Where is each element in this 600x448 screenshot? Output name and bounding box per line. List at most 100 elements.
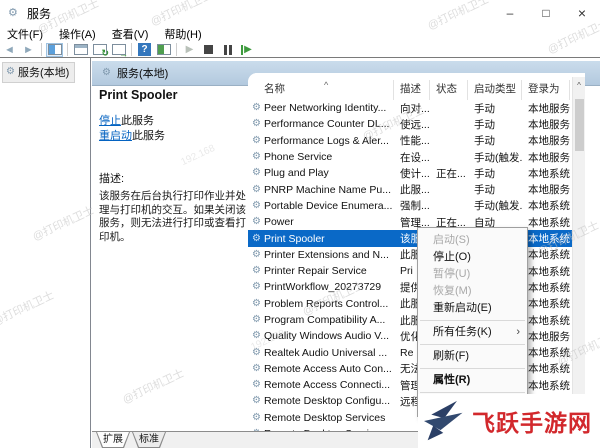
context-menu-item-2: 暂停(U) — [433, 268, 471, 280]
help-icon[interactable]: ? — [136, 43, 153, 57]
column-header-4[interactable]: 登录为 — [522, 80, 570, 100]
toolbar-divider — [131, 43, 132, 56]
cell-status — [430, 116, 468, 132]
service-gear-icon: ⚙ — [252, 167, 261, 179]
bird-logo-icon — [424, 400, 463, 441]
menu-item-0[interactable]: 文件(F) — [0, 26, 52, 42]
window-title: 服务 — [27, 6, 52, 21]
toolbar-divider — [41, 43, 42, 56]
cell-description: 在设... — [400, 151, 430, 164]
restart-service-link[interactable]: 重启动 — [99, 130, 132, 142]
restart-service-icon[interactable]: ▶ — [238, 43, 255, 57]
close-button[interactable]: × — [564, 0, 600, 26]
context-menu-item-6[interactable]: 刷新(F) — [418, 348, 527, 365]
back-icon[interactable]: ◄ — [1, 43, 18, 57]
cell-logon-as: 本地系统 — [528, 379, 570, 392]
service-gear-icon: ⚙ — [252, 411, 261, 423]
cell-name: ⚙ Performance Logs & Aler... — [248, 133, 394, 149]
service-gear-icon: ⚙ — [252, 330, 261, 342]
service-name: Phone Service — [263, 151, 333, 164]
cell-name: ⚙ Realtek Audio Universal ... — [248, 344, 394, 360]
service-name: Performance Logs & Aler... — [263, 134, 389, 147]
start-service-icon[interactable]: ▶ — [181, 43, 198, 57]
maximize-button[interactable]: □ — [528, 0, 564, 26]
cell-name: ⚙ Phone Service — [248, 149, 394, 165]
context-menu-item-4[interactable]: 重新启动(E) — [418, 300, 527, 317]
cell-name: ⚙ Program Compatibility A... — [248, 312, 394, 328]
menu-item-2[interactable]: 查看(V) — [105, 26, 158, 42]
description-label: 描述: — [99, 173, 125, 185]
service-name: Power — [263, 216, 294, 229]
table-row[interactable]: ⚙ PNRP Machine Name Pu... 此服... 手动 本地服务 — [248, 181, 572, 197]
table-row[interactable]: ⚙Portable Device Enumera... 强制... 手动(触发...… — [248, 198, 572, 214]
tree-item-services-local[interactable]: ⚙ 服务(本地) — [2, 62, 76, 83]
cell-status — [430, 100, 468, 116]
table-row[interactable]: ⚙ Performance Logs & Aler... 性能... 手动 本地服务 — [248, 133, 572, 149]
cell-status — [430, 133, 468, 149]
cell-logon-as: 本地服务 — [528, 118, 570, 131]
cell-startup-type: 手动 — [474, 118, 495, 131]
show-action-pane-icon[interactable] — [155, 43, 172, 57]
properties-icon[interactable] — [72, 43, 89, 57]
service-name: Remote Desktop Services — [263, 411, 386, 424]
service-gear-icon: ⚙ — [252, 151, 261, 163]
stop-service-icon[interactable] — [200, 43, 217, 57]
context-menu-item-3: 恢复(M) — [433, 285, 472, 297]
cell-status — [430, 149, 468, 165]
table-row[interactable]: ⚙ Performance Counter DL... 使远... 手动 本地服务 — [248, 116, 572, 132]
cell-name: ⚙ Printer Repair Service — [248, 263, 394, 279]
site-logo: 飞跃手游网 — [418, 394, 600, 448]
service-name: Portable Device Enumera... — [263, 199, 393, 212]
service-name: Remote Access Auto Con... — [263, 362, 392, 375]
pause-service-icon[interactable] — [219, 43, 236, 57]
service-gear-icon: ⚙ — [252, 183, 261, 195]
table-row[interactable]: ⚙ Peer Networking Identity... 向对... 手动 本地服务 — [248, 100, 572, 116]
minimize-button[interactable]: – — [492, 0, 528, 26]
service-gear-icon: ⚙ — [252, 314, 261, 325]
service-description: 该服务在后台执行打印作业并处理与打印机的交互。如果关闭该服务，则无法进行打印或查… — [99, 190, 246, 243]
table-row[interactable]: ⚙ Plug and Play 使计... 正在... 手动 本地系统 — [248, 165, 572, 181]
cell-name: ⚙ Portable Device Enumera... — [248, 198, 394, 214]
tab-standard[interactable]: 标准 — [132, 432, 166, 448]
context-menu-item-5[interactable]: 所有任务(K) › — [418, 324, 527, 341]
column-header-0[interactable]: 名称 — [248, 80, 394, 100]
refresh-icon[interactable]: ↻ — [91, 43, 109, 58]
scrollbar-thumb[interactable] — [575, 99, 584, 151]
stop-service-link[interactable]: 停止 — [99, 115, 121, 127]
export-list-icon[interactable]: → — [110, 43, 128, 59]
menu-separator — [420, 392, 525, 393]
cell-startup-type: 手动 — [474, 102, 495, 115]
vertical-scrollbar[interactable]: ^ — [572, 77, 585, 431]
title-bar: ⚙ 服务 – □ × — [0, 0, 600, 26]
menu-item-3[interactable]: 帮助(H) — [157, 26, 210, 42]
context-menu-item-1[interactable]: 停止(O) — [418, 249, 527, 266]
restart-service-link-line: 重启动此服务 — [99, 130, 165, 142]
context-menu-item-7[interactable]: 属性(R) — [418, 372, 527, 389]
cell-description: 性能... — [400, 135, 430, 148]
service-name: Problem Reports Control... — [263, 297, 389, 310]
column-header-1[interactable]: 描述 — [394, 80, 430, 100]
cell-name: ⚙ Plug and Play — [248, 165, 394, 181]
service-gear-icon: ⚙ — [252, 362, 261, 374]
cell-logon-as: 本地服务 — [528, 135, 570, 148]
column-header-2[interactable]: 状态 — [430, 80, 468, 100]
show-console-tree-icon[interactable] — [46, 42, 63, 57]
cell-description: 强制... — [400, 200, 430, 213]
cell-description: 使计... — [400, 167, 430, 180]
tab-extended[interactable]: 扩展 — [96, 432, 130, 448]
service-name: Printer Repair Service — [263, 265, 367, 278]
table-row[interactable]: ⚙Phone Service 在设... 手动(触发... 本地服务 — [248, 149, 572, 165]
service-gear-icon: ⚙ — [252, 216, 261, 228]
menu-item-1[interactable]: 操作(A) — [52, 26, 105, 42]
forward-icon[interactable]: ► — [20, 43, 37, 57]
services-window: ⚙ 服务 – □ × 文件(F) 操作(A) 查看(V) 帮助(H) ◄ ► ↻ → … — [0, 0, 600, 448]
scroll-up-icon[interactable]: ^ — [573, 77, 585, 90]
cell-status — [430, 181, 468, 197]
column-header-3[interactable]: 启动类型 — [468, 80, 522, 100]
menu-bar: 文件(F) 操作(A) 查看(V) 帮助(H) — [0, 26, 600, 42]
cell-logon-as: 本地服务 — [528, 330, 570, 343]
cell-startup-type: 手动 — [474, 184, 495, 197]
context-menu-item-0: 启动(S) — [433, 234, 470, 246]
cell-name: ⚙ Print Spooler — [248, 230, 394, 246]
toolbar-divider — [176, 43, 177, 56]
